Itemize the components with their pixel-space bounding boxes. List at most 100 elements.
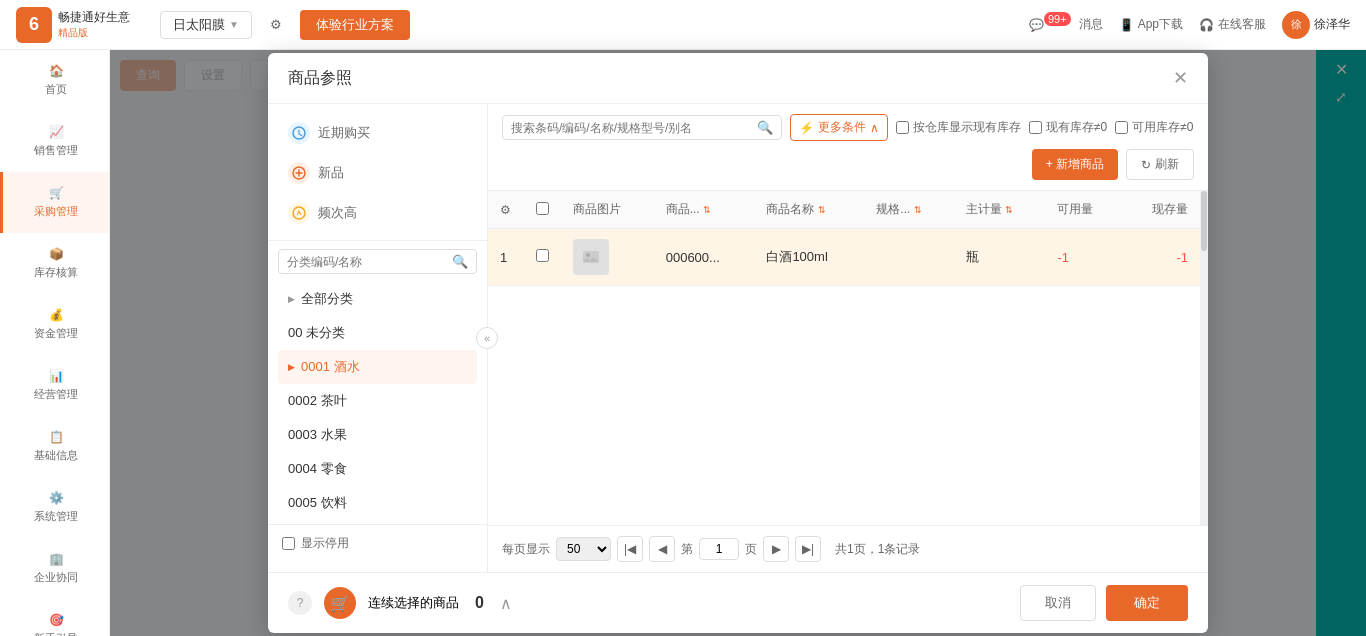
filter-icon: ⚡ xyxy=(799,121,814,135)
table-settings-icon[interactable]: ⚙ xyxy=(500,203,511,217)
product-search-icon[interactable]: 🔍 xyxy=(757,120,773,135)
online-service-button[interactable]: 🎧 在线客服 xyxy=(1199,16,1266,33)
first-page-button[interactable]: |◀ xyxy=(617,536,643,562)
sidebar-label-system: 系统管理 xyxy=(34,509,78,524)
user-profile[interactable]: 徐 徐泽华 xyxy=(1282,11,1350,39)
row-image xyxy=(561,229,654,286)
current-stock-checkbox[interactable] xyxy=(1029,121,1042,134)
sidebar-item-enterprise[interactable]: 🏢 企业协同 xyxy=(0,538,109,599)
left-panel: 近期购买 新品 xyxy=(268,104,488,572)
category-all[interactable]: 全部分类 xyxy=(278,282,477,316)
frequent-tab[interactable]: 频次高 xyxy=(278,194,477,232)
left-panel-tabs: 近期购买 新品 xyxy=(268,114,487,232)
prev-page-button[interactable]: ◀ xyxy=(649,536,675,562)
business-icon: 📊 xyxy=(49,369,64,383)
sidebar-item-business[interactable]: 📊 经营管理 xyxy=(0,355,109,416)
online-service-label: 在线客服 xyxy=(1218,16,1266,33)
sidebar-label-home: 首页 xyxy=(45,82,67,97)
product-search-input[interactable] xyxy=(511,121,757,135)
category-liquor[interactable]: 0001 酒水 xyxy=(278,350,477,384)
sales-icon: 📈 xyxy=(49,125,64,139)
sidebar-item-guide[interactable]: 🎯 新手引导 xyxy=(0,599,109,636)
modal-close-button[interactable]: ✕ xyxy=(1173,67,1188,89)
sidebar-label-finance: 资金管理 xyxy=(34,326,78,341)
last-page-button[interactable]: ▶| xyxy=(795,536,821,562)
sidebar-item-home[interactable]: 🏠 首页 xyxy=(0,50,109,111)
refresh-button[interactable]: ↻ 刷新 xyxy=(1126,149,1194,180)
category-tea[interactable]: 0002 茶叶 xyxy=(278,384,477,418)
col-available: 可用量 xyxy=(1045,191,1122,229)
col-image: 商品图片 xyxy=(561,191,654,229)
category-search-input[interactable] xyxy=(287,255,452,269)
warehouse-stock-checkbox[interactable] xyxy=(896,121,909,134)
sidebar-item-basic-info[interactable]: 📋 基础信息 xyxy=(0,416,109,477)
sidebar-item-finance[interactable]: 💰 资金管理 xyxy=(0,294,109,355)
col-unit[interactable]: 主计量 ⇅ xyxy=(954,191,1046,229)
gear-icon[interactable]: ⚙ xyxy=(260,9,292,41)
headset-icon: 🎧 xyxy=(1199,18,1214,32)
sidebar-item-system[interactable]: ⚙️ 系统管理 xyxy=(0,477,109,538)
show-disabled-checkbox[interactable] xyxy=(282,537,295,550)
page-unit-label: 页 xyxy=(745,541,757,558)
basic-info-icon: 📋 xyxy=(49,430,64,444)
cart-button[interactable]: 🛒 xyxy=(324,587,356,619)
collapse-panel-button[interactable]: « xyxy=(476,327,498,349)
category-fruit[interactable]: 0003 水果 xyxy=(278,418,477,452)
sidebar-item-inventory[interactable]: 📦 库存核算 xyxy=(0,233,109,294)
table-scrollbar[interactable] xyxy=(1200,191,1208,525)
notifications-button[interactable]: 💬 99+ 99+ 消息 xyxy=(1029,16,1103,33)
app-download-label: App下载 xyxy=(1138,16,1183,33)
chevron-down-icon: ▼ xyxy=(229,19,239,30)
select-all-checkbox[interactable] xyxy=(536,202,549,215)
refresh-icon: ↻ xyxy=(1141,158,1151,172)
row-select-checkbox[interactable] xyxy=(536,249,549,262)
sort-code-icon: ⇅ xyxy=(703,205,711,215)
checkbox-available-stock[interactable]: 可用库存≠0 xyxy=(1115,119,1193,136)
new-items-tab[interactable]: 新品 xyxy=(278,154,477,192)
category-drinks[interactable]: 0005 饮料 xyxy=(278,486,477,520)
store-selector[interactable]: 日太阳膜 ▼ xyxy=(160,11,252,39)
products-table-container: ⚙ 商品图片 xyxy=(488,191,1200,525)
col-name[interactable]: 商品名称 ⇅ xyxy=(754,191,864,229)
page-number-input[interactable] xyxy=(699,538,739,560)
cancel-button[interactable]: 取消 xyxy=(1020,585,1096,621)
sidebar-item-sales[interactable]: 📈 销售管理 xyxy=(0,111,109,172)
col-code[interactable]: 商品... ⇅ xyxy=(654,191,755,229)
phone-icon: 📱 xyxy=(1119,18,1134,32)
enterprise-icon: 🏢 xyxy=(49,552,64,566)
layout: 🏠 首页 📈 销售管理 🛒 采购管理 📦 库存核算 💰 资金管理 📊 经营管理 … xyxy=(0,50,1366,636)
col-spec[interactable]: 规格... ⇅ xyxy=(864,191,953,229)
more-filter-button[interactable]: ⚡ 更多条件 ∧ xyxy=(790,114,888,141)
scrollbar-thumb[interactable] xyxy=(1201,191,1207,251)
add-product-button[interactable]: + 新增商品 xyxy=(1032,149,1118,180)
username-label: 徐泽华 xyxy=(1314,16,1350,33)
col-settings: ⚙ xyxy=(488,191,524,229)
experience-button[interactable]: 体验行业方案 xyxy=(300,10,410,40)
topbar: 6 畅捷通好生意 精品版 日太阳膜 ▼ ⚙ 体验行业方案 💬 99+ 99+ 消… xyxy=(0,0,1366,50)
product-thumbnail xyxy=(573,239,609,275)
modal-overlay: 商品参照 ✕ 近期购买 xyxy=(110,50,1366,636)
category-search-box: 🔍 xyxy=(278,249,477,274)
collapse-footer-icon[interactable]: ∧ xyxy=(500,594,512,613)
product-search-box: 🔍 xyxy=(502,115,782,140)
row-name: 白酒100ml xyxy=(754,229,864,286)
next-page-button[interactable]: ▶ xyxy=(763,536,789,562)
help-button[interactable]: ? xyxy=(288,591,312,615)
logo-text: 畅捷通好生意 精品版 xyxy=(58,9,130,40)
category-unclassified[interactable]: 00 未分类 xyxy=(278,316,477,350)
confirm-button[interactable]: 确定 xyxy=(1106,585,1188,621)
filter-btn-label: 更多条件 xyxy=(818,119,866,136)
available-stock-checkbox[interactable] xyxy=(1115,121,1128,134)
page-size-select[interactable]: 50 20 100 xyxy=(556,537,611,561)
row-code: 000600... xyxy=(654,229,755,286)
selected-text: 连续选择的商品 xyxy=(368,594,459,612)
right-panel: 🔍 ⚡ 更多条件 ∧ 按仓库显示现有库存 xyxy=(488,104,1208,572)
category-search-icon[interactable]: 🔍 xyxy=(452,254,468,269)
app-download-button[interactable]: 📱 App下载 xyxy=(1119,16,1183,33)
checkbox-current-stock[interactable]: 现有库存≠0 xyxy=(1029,119,1107,136)
category-snacks[interactable]: 0004 零食 xyxy=(278,452,477,486)
recent-purchases-tab[interactable]: 近期购买 xyxy=(278,114,477,152)
checkbox-warehouse-stock[interactable]: 按仓库显示现有库存 xyxy=(896,119,1021,136)
sidebar-item-purchase[interactable]: 🛒 采购管理 xyxy=(0,172,109,233)
table-row[interactable]: 1 xyxy=(488,229,1200,286)
